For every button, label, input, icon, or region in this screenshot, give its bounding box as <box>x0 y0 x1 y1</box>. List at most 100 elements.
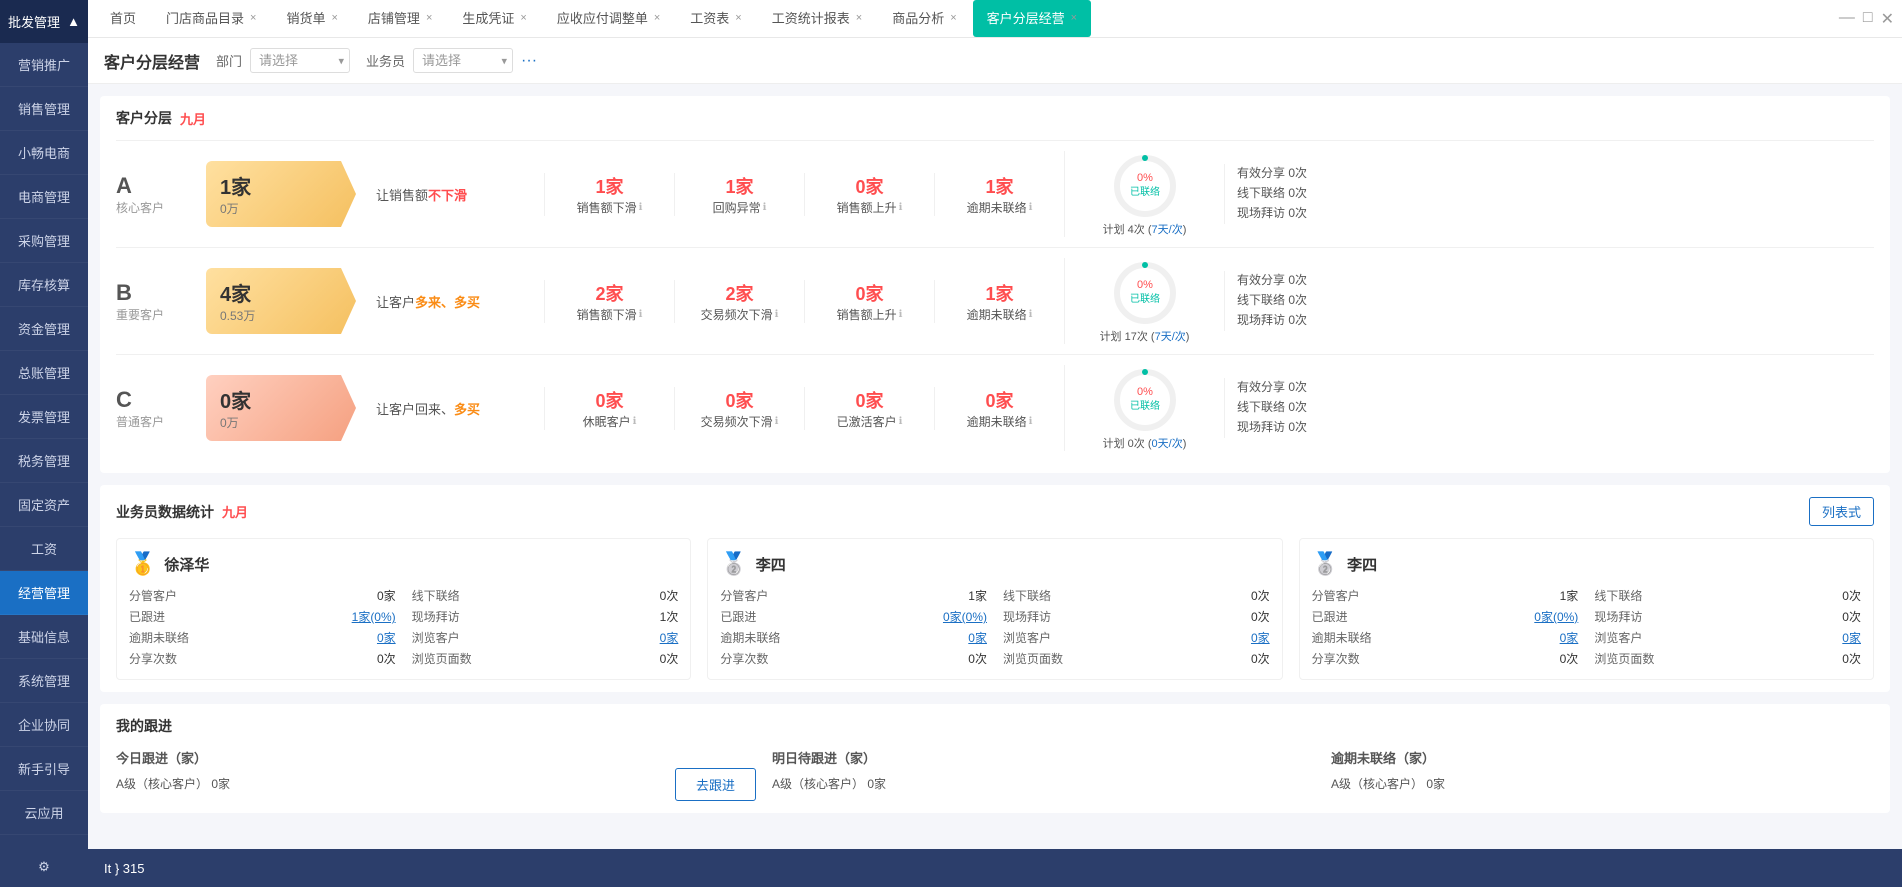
tab-close-工资表[interactable]: × <box>735 12 741 24</box>
agent-stat-val-2-2[interactable]: 0家(0%) <box>1534 608 1578 625</box>
tab-close-客户分层经营[interactable]: × <box>1071 12 1077 24</box>
agent-stat-key-0-3: 现场拜访 <box>412 608 460 625</box>
agent-stat-val-0-6: 0次 <box>377 650 396 667</box>
tier-stat-B-3[interactable]: 1家逾期未联络 ℹ <box>934 280 1064 323</box>
agent-stat-row-2-5: 浏览客户0家 <box>1594 629 1861 646</box>
tier-stat-B-0[interactable]: 2家销售额下滑 ℹ <box>544 280 674 323</box>
tier-stat-num-B-1: 2家 <box>683 280 796 306</box>
agent-select[interactable]: 请选择 <box>413 48 513 73</box>
tab-应收应付调整单[interactable]: 应收应付调整单× <box>543 0 674 37</box>
sidebar-item-营销推广[interactable]: 营销推广 <box>0 43 88 87</box>
tier-stat-C-0[interactable]: 0家休眠客户 ℹ <box>544 387 674 430</box>
info-icon-C-1[interactable]: ℹ <box>775 416 779 427</box>
tier-stat-C-3[interactable]: 0家逾期未联络 ℹ <box>934 387 1064 430</box>
today-a-label: A级（核心客户） <box>116 777 208 791</box>
tab-close-店铺管理[interactable]: × <box>426 12 432 24</box>
tab-minimize-icon[interactable]: — <box>1839 9 1855 29</box>
agent-stat-val-1-2[interactable]: 0家(0%) <box>943 608 987 625</box>
tab-close-商品分析[interactable]: × <box>950 12 956 24</box>
info-icon-A-2[interactable]: ℹ <box>899 202 903 213</box>
agent-stat-key-1-1: 线下联络 <box>1003 587 1051 604</box>
tier-circle-C: 0% 已联络 计划 0次 (0天/次) <box>1064 365 1224 451</box>
tier-stat-num-A-0: 1家 <box>553 173 666 199</box>
sidebar-item-云应用[interactable]: 云应用 <box>0 791 88 835</box>
tier-stat-A-1[interactable]: 1家回购异常 ℹ <box>674 173 804 216</box>
info-icon-C-0[interactable]: ℹ <box>633 416 637 427</box>
agent-stat-key-2-0: 分管客户 <box>1312 587 1360 604</box>
tier-stat-C-2[interactable]: 0家已激活客户 ℹ <box>804 387 934 430</box>
agent-stat-val-2-4[interactable]: 0家 <box>1560 629 1579 646</box>
tier-stat-A-2[interactable]: 0家销售额上升 ℹ <box>804 173 934 216</box>
info-icon-A-3[interactable]: ℹ <box>1029 202 1033 213</box>
info-icon-C-3[interactable]: ℹ <box>1029 416 1033 427</box>
sidebar-item-企业协同[interactable]: 企业协同 <box>0 703 88 747</box>
agent-stat-val-0-4[interactable]: 0家 <box>377 629 396 646</box>
sidebar-item-库存核算[interactable]: 库存核算 <box>0 263 88 307</box>
agent-name-row-1: 🥈李四 <box>720 551 1269 577</box>
dept-filter: 部门 请选择 <box>216 48 350 73</box>
tier-stat-B-2[interactable]: 0家销售额上升 ℹ <box>804 280 934 323</box>
info-icon-A-1[interactable]: ℹ <box>763 202 767 213</box>
agent-stat-row-0-1: 线下联络0次 <box>412 587 679 604</box>
sidebar-settings[interactable]: ⚙ <box>0 847 88 887</box>
tier-stat-B-1[interactable]: 2家交易频次下滑 ℹ <box>674 280 804 323</box>
sidebar-item-发票管理[interactable]: 发票管理 <box>0 395 88 439</box>
sidebar-item-基础信息[interactable]: 基础信息 <box>0 615 88 659</box>
sidebar-item-电商管理[interactable]: 电商管理 <box>0 175 88 219</box>
tier-stat-A-0[interactable]: 1家销售额下滑 ℹ <box>544 173 674 216</box>
info-icon-B-1[interactable]: ℹ <box>775 309 779 320</box>
tab-首页[interactable]: 首页 <box>96 0 150 37</box>
tab-restore-icon[interactable]: □ <box>1863 9 1873 29</box>
sidebar-item-税务管理[interactable]: 税务管理 <box>0 439 88 483</box>
list-view-button[interactable]: 列表式 <box>1809 497 1874 526</box>
sidebar-item-采购管理[interactable]: 采购管理 <box>0 219 88 263</box>
agent-stat-key-0-1: 线下联络 <box>412 587 460 604</box>
tab-close-销货单[interactable]: × <box>331 12 337 24</box>
sidebar-item-固定资产[interactable]: 固定资产 <box>0 483 88 527</box>
sidebar-header[interactable]: 批发管理 ▲ <box>0 0 88 43</box>
info-icon-B-2[interactable]: ℹ <box>899 309 903 320</box>
tab-close-应收应付调整单[interactable]: × <box>654 12 660 24</box>
agent-stat-val-0-5[interactable]: 0家 <box>660 629 679 646</box>
info-icon-B-3[interactable]: ℹ <box>1029 309 1033 320</box>
agent-stat-val-0-2[interactable]: 1家(0%) <box>352 608 396 625</box>
tab-门店商品目录[interactable]: 门店商品目录× <box>152 0 270 37</box>
sidebar-item-新手引导[interactable]: 新手引导 <box>0 747 88 791</box>
tier-stat-label-A-3: 逾期未联络 ℹ <box>943 199 1056 216</box>
tab-销货单[interactable]: 销货单× <box>272 0 351 37</box>
tab-商品分析[interactable]: 商品分析× <box>878 0 970 37</box>
tab-close-门店商品目录[interactable]: × <box>250 12 256 24</box>
sidebar-item-经营管理[interactable]: 经营管理 <box>0 571 88 615</box>
tab-close-all-icon[interactable]: ✕ <box>1881 9 1894 29</box>
info-icon-A-0[interactable]: ℹ <box>639 202 643 213</box>
agent-stat-val-1-5[interactable]: 0家 <box>1251 629 1270 646</box>
tier-stat-A-3[interactable]: 1家逾期未联络 ℹ <box>934 173 1064 216</box>
sidebar-item-工资[interactable]: 工资 <box>0 527 88 571</box>
agent-stat-val-1-7: 0次 <box>1251 650 1270 667</box>
sidebar-item-资金管理[interactable]: 资金管理 <box>0 307 88 351</box>
bottom-bar: It } 315 <box>88 849 1902 887</box>
tier-stat-C-1[interactable]: 0家交易频次下滑 ℹ <box>674 387 804 430</box>
tab-close-工资统计报表[interactable]: × <box>856 12 862 24</box>
agent-stat-row-0-7: 浏览页面数0次 <box>412 650 679 667</box>
tier-right-stat-B-0: 有效分享 0次 <box>1237 271 1874 288</box>
go-follow-button[interactable]: 去跟进 <box>675 768 756 801</box>
tier-section-title: 客户分层 <box>116 108 172 128</box>
tab-close-生成凭证[interactable]: × <box>520 12 526 24</box>
sidebar-item-销售管理[interactable]: 销售管理 <box>0 87 88 131</box>
sidebar-item-总账管理[interactable]: 总账管理 <box>0 351 88 395</box>
info-icon-C-2[interactable]: ℹ <box>899 416 903 427</box>
tab-生成凭证[interactable]: 生成凭证× <box>448 0 540 37</box>
info-icon-B-0[interactable]: ℹ <box>639 309 643 320</box>
dept-select[interactable]: 请选择 <box>250 48 350 73</box>
sidebar-item-小畅电商[interactable]: 小畅电商 <box>0 131 88 175</box>
tab-工资表[interactable]: 工资表× <box>676 0 755 37</box>
agent-stat-val-1-4[interactable]: 0家 <box>968 629 987 646</box>
tier-stat-label-C-2: 已激活客户 ℹ <box>813 413 926 430</box>
tab-工资统计报表[interactable]: 工资统计报表× <box>758 0 876 37</box>
tab-客户分层经营[interactable]: 客户分层经营× <box>973 0 1091 37</box>
sidebar-item-系统管理[interactable]: 系统管理 <box>0 659 88 703</box>
more-filters-icon[interactable]: ··· <box>521 52 537 70</box>
tab-店铺管理[interactable]: 店铺管理× <box>354 0 446 37</box>
agent-stat-val-2-5[interactable]: 0家 <box>1842 629 1861 646</box>
